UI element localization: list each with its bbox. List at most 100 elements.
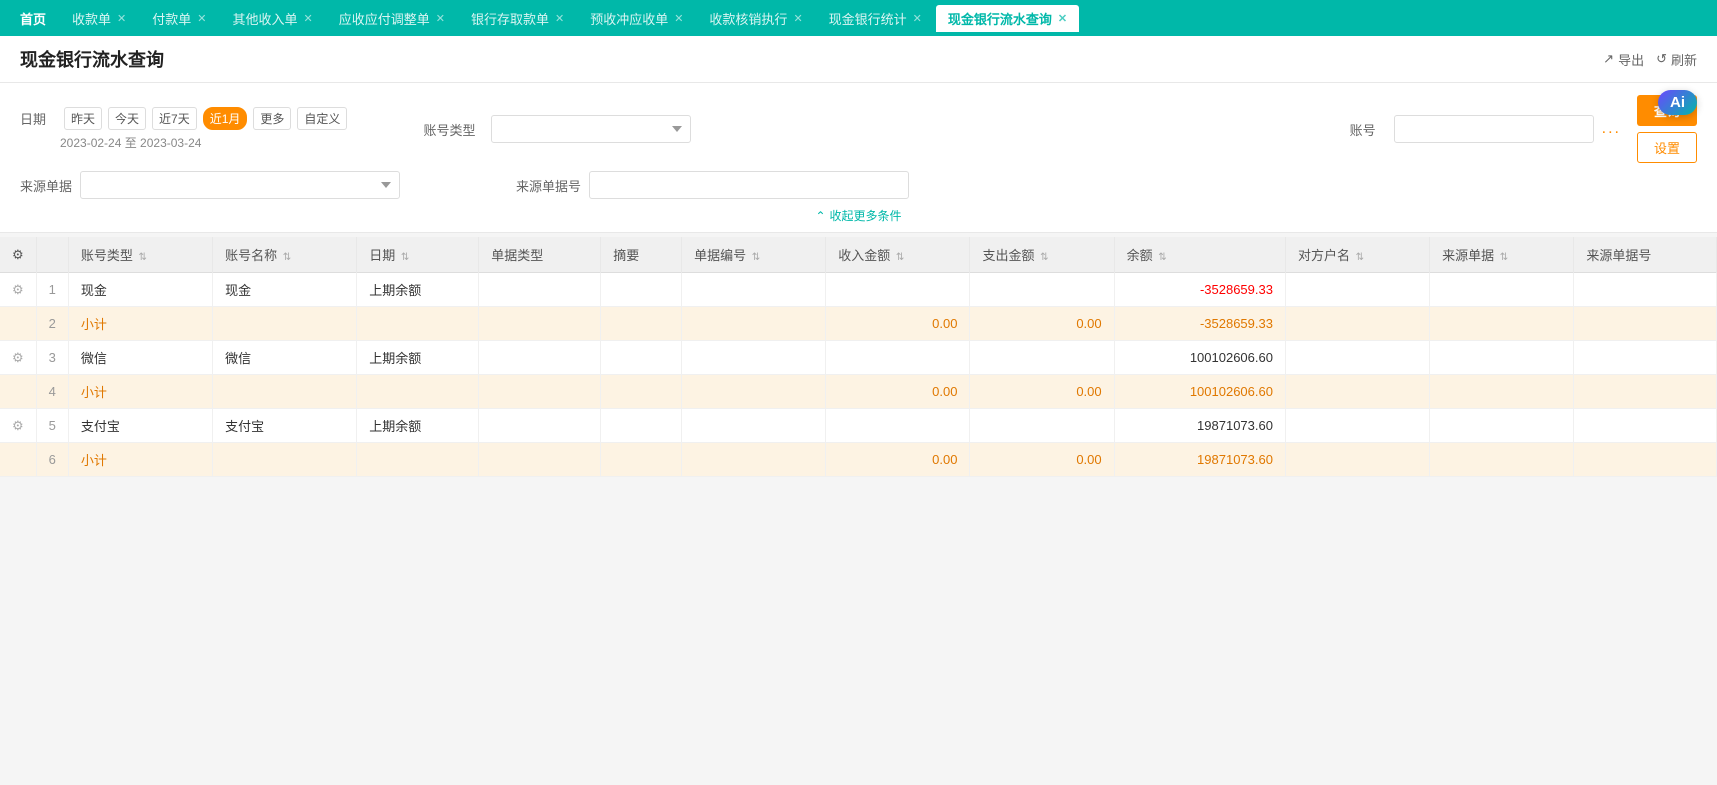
- cell-expense: [970, 273, 1114, 307]
- nav-tab[interactable]: 现金银行统计✕: [817, 5, 934, 32]
- table-row: ⚙5支付宝支付宝上期余额19871073.60: [0, 409, 1717, 443]
- date-shortcut-btn[interactable]: 近7天: [152, 107, 197, 130]
- cell-account-type: 小计: [68, 375, 212, 409]
- cell-balance: -3528659.33: [1114, 307, 1285, 341]
- nav-tab[interactable]: 应收应付调整单✕: [327, 5, 457, 32]
- nav-home[interactable]: 首页: [8, 5, 58, 32]
- tab-close-icon[interactable]: ✕: [1058, 12, 1067, 25]
- cell-summary: [601, 443, 682, 477]
- date-shortcut-btn[interactable]: 今天: [108, 107, 146, 130]
- collapse-button[interactable]: ⌃ 收起更多条件: [815, 207, 901, 224]
- cell-date: 上期余额: [357, 273, 479, 307]
- cell-index: 5: [36, 409, 68, 443]
- cell-gear: [0, 443, 36, 477]
- column-header-counterpart[interactable]: 对方户名 ⇅: [1285, 237, 1429, 273]
- sort-icon: ⇅: [752, 252, 760, 263]
- cell-account-name: 支付宝: [213, 409, 357, 443]
- cell-doc-no: [682, 375, 826, 409]
- nav-tab[interactable]: 预收冲应收单✕: [578, 5, 695, 32]
- tab-close-icon[interactable]: ✕: [674, 12, 683, 25]
- nav-tab[interactable]: 现金银行流水查询✕: [936, 5, 1079, 32]
- table-row: 6小计0.000.0019871073.60: [0, 443, 1717, 477]
- nav-tab[interactable]: 其他收入单✕: [220, 5, 324, 32]
- cell-summary: [601, 307, 682, 341]
- date-shortcut-btn[interactable]: 更多: [253, 107, 291, 130]
- settings-button[interactable]: 设置: [1637, 132, 1697, 163]
- cell-balance: 100102606.60: [1114, 341, 1285, 375]
- cell-account-name: [213, 443, 357, 477]
- date-shortcut-btn[interactable]: 昨天: [64, 107, 102, 130]
- cell-income: [826, 273, 970, 307]
- tab-close-icon[interactable]: ✕: [304, 12, 313, 25]
- cell-date: [357, 443, 479, 477]
- sort-icon: ⇅: [283, 252, 291, 263]
- cell-doc-type: [479, 307, 601, 341]
- row-gear-icon[interactable]: ⚙: [12, 282, 24, 297]
- collapse-up-icon: ⌃: [815, 209, 825, 223]
- cell-income: 0.00: [826, 307, 970, 341]
- cell-doc-no: [682, 443, 826, 477]
- nav-tab[interactable]: 收款核销执行✕: [697, 5, 814, 32]
- cell-account-name: [213, 375, 357, 409]
- tab-close-icon[interactable]: ✕: [793, 12, 802, 25]
- sort-icon: ⇅: [139, 252, 147, 263]
- nav-tab[interactable]: 收款单✕: [60, 5, 138, 32]
- source-doc-no-input[interactable]: [589, 171, 909, 199]
- cell-date: 上期余额: [357, 409, 479, 443]
- date-range: 2023-02-24 至 2023-03-24: [60, 134, 347, 151]
- gear-icon[interactable]: ⚙: [12, 247, 24, 262]
- column-header-account_name[interactable]: 账号名称 ⇅: [213, 237, 357, 273]
- column-header-balance[interactable]: 余额 ⇅: [1114, 237, 1285, 273]
- source-doc-select[interactable]: [80, 171, 400, 199]
- tab-close-icon[interactable]: ✕: [913, 12, 922, 25]
- cell-account-type: 微信: [68, 341, 212, 375]
- column-header-income[interactable]: 收入金额 ⇅: [826, 237, 970, 273]
- cell-source-doc: [1430, 341, 1574, 375]
- cell-expense: [970, 409, 1114, 443]
- filter-row-1: 日期 昨天今天近7天近1月更多自定义 2023-02-24 至 2023-03-…: [20, 95, 1697, 163]
- data-table-container: ⚙账号类型 ⇅账号名称 ⇅日期 ⇅单据类型摘要单据编号 ⇅收入金额 ⇅支出金额 …: [0, 237, 1717, 477]
- nav-tab[interactable]: 付款单✕: [140, 5, 218, 32]
- cell-index: 4: [36, 375, 68, 409]
- nav-tabs: 收款单✕付款单✕其他收入单✕应收应付调整单✕银行存取款单✕预收冲应收单✕收款核销…: [60, 5, 1079, 32]
- tab-close-icon[interactable]: ✕: [117, 12, 126, 25]
- cell-gear: [0, 307, 36, 341]
- column-header-doc_no[interactable]: 单据编号 ⇅: [682, 237, 826, 273]
- cell-source-doc-no: [1574, 341, 1717, 375]
- account-ellipsis-button[interactable]: ...: [1602, 120, 1621, 138]
- nav-tab[interactable]: 银行存取款单✕: [459, 5, 576, 32]
- cell-summary: [601, 409, 682, 443]
- tab-close-icon[interactable]: ✕: [555, 12, 564, 25]
- column-header-date[interactable]: 日期 ⇅: [357, 237, 479, 273]
- cell-doc-no: [682, 409, 826, 443]
- column-header-source_doc[interactable]: 来源单据 ⇅: [1430, 237, 1574, 273]
- column-header-gear[interactable]: ⚙: [0, 237, 36, 273]
- date-shortcut-btn[interactable]: 自定义: [297, 107, 347, 130]
- cell-gear: ⚙: [0, 341, 36, 375]
- filter-row-2: 来源单据 来源单据号: [20, 171, 1697, 199]
- column-header-account_type[interactable]: 账号类型 ⇅: [68, 237, 212, 273]
- tab-close-icon[interactable]: ✕: [436, 12, 445, 25]
- ai-assistant-button[interactable]: Ai: [1658, 90, 1697, 115]
- date-filter-group: 日期 昨天今天近7天近1月更多自定义 2023-02-24 至 2023-03-…: [20, 107, 347, 151]
- account-type-select[interactable]: [491, 115, 691, 143]
- date-shortcut-btn[interactable]: 近1月: [203, 107, 248, 130]
- tab-close-icon[interactable]: ✕: [197, 12, 206, 25]
- column-header-expense[interactable]: 支出金额 ⇅: [970, 237, 1114, 273]
- cell-doc-no: [682, 341, 826, 375]
- row-gear-icon[interactable]: ⚙: [12, 418, 24, 433]
- cell-counterpart: [1285, 273, 1429, 307]
- export-icon: ↗: [1603, 51, 1614, 67]
- row-gear-icon[interactable]: ⚙: [12, 350, 24, 365]
- account-input[interactable]: [1394, 115, 1594, 143]
- cell-expense: 0.00: [970, 443, 1114, 477]
- cell-source-doc: [1430, 273, 1574, 307]
- refresh-button[interactable]: ↺ 刷新: [1656, 50, 1697, 69]
- cell-doc-no: [682, 273, 826, 307]
- cell-date: 上期余额: [357, 341, 479, 375]
- cell-source-doc: [1430, 409, 1574, 443]
- sort-icon: ⇅: [1040, 252, 1048, 263]
- column-header-source_doc_no: 来源单据号: [1574, 237, 1717, 273]
- cell-doc-type: [479, 341, 601, 375]
- export-button[interactable]: ↗ 导出: [1603, 50, 1644, 69]
